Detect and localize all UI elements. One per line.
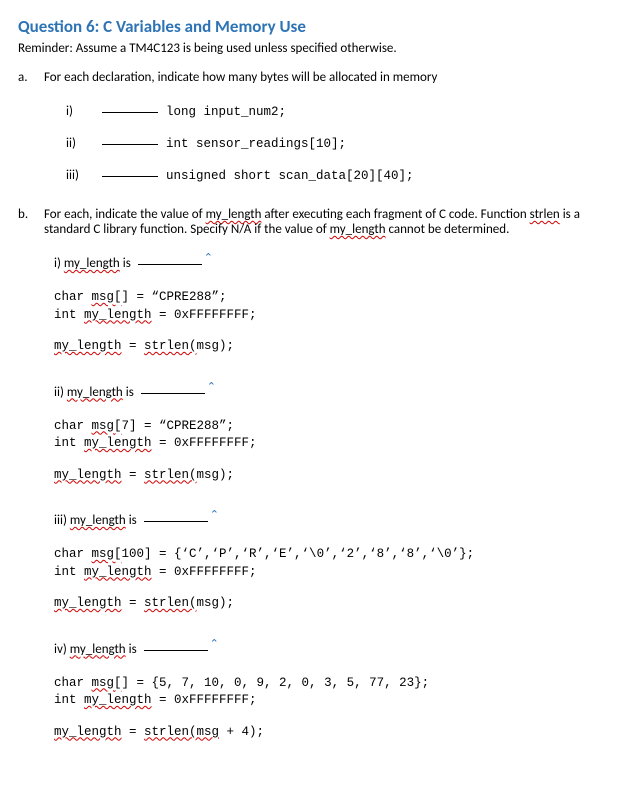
sub-head: i) my_length is ⌃ xyxy=(54,255,213,271)
part-a-items: i) long input_num2; ii) int sensor_readi… xyxy=(66,103,599,183)
part-a-item: ii) int sensor_readings[10]; xyxy=(66,135,599,151)
code-line: char msg[] = “CPRE288”; int my_length = … xyxy=(54,289,599,324)
sub-head: iii) my_length is ⌃ xyxy=(54,512,219,528)
part-a: a. For each declaration, indicate how ma… xyxy=(18,70,599,183)
code-line: my_length = strlen(msg); xyxy=(54,467,599,485)
code-line: char msg[] = {5, 7, 10, 0, 9, 2, 0, 3, 5… xyxy=(54,675,599,710)
answer-blank[interactable] xyxy=(102,133,158,145)
code-line: char msg[7] = “CPRE288”; int my_length =… xyxy=(54,418,599,453)
part-a-item: i) long input_num2; xyxy=(66,103,599,119)
decl-code: unsigned short scan_data[20][40]; xyxy=(166,169,414,183)
answer-blank[interactable] xyxy=(144,510,208,522)
caret-icon: ⌃ xyxy=(207,381,216,393)
item-num: i) xyxy=(66,104,94,119)
part-b: b. For each, indicate the value of my_le… xyxy=(18,207,599,741)
part-b-subitem: iv) my_length is ⌃ char msg[] = {5, 7, 1… xyxy=(54,641,599,742)
sub-head: ii) my_length is ⌃ xyxy=(54,384,216,400)
answer-blank[interactable] xyxy=(102,165,158,177)
decl-code: int sensor_readings[10]; xyxy=(166,137,346,151)
part-b-subitem: iii) my_length is ⌃ char msg[100] = {‘C’… xyxy=(54,512,599,613)
part-a-letter: a. xyxy=(18,70,32,85)
caret-icon: ⌃ xyxy=(204,252,213,264)
part-b-subitem: i) my_length is ⌃ char msg[] = “CPRE288”… xyxy=(54,255,599,356)
question-container: Question 6: C Variables and Memory Use R… xyxy=(18,16,599,741)
caret-icon: ⌃ xyxy=(210,509,219,521)
answer-blank[interactable] xyxy=(102,101,158,113)
part-a-prompt-row: a. For each declaration, indicate how ma… xyxy=(18,70,599,85)
code-line: my_length = strlen(msg + 4); xyxy=(54,724,599,742)
part-b-subitems: i) my_length is ⌃ char msg[] = “CPRE288”… xyxy=(54,255,599,741)
answer-blank[interactable] xyxy=(138,253,202,265)
question-title: Question 6: C Variables and Memory Use xyxy=(18,16,599,37)
code-line: my_length = strlen(msg); xyxy=(54,595,599,613)
item-num: iii) xyxy=(66,168,94,183)
part-b-prompt-row: b. For each, indicate the value of my_le… xyxy=(18,207,599,237)
answer-blank[interactable] xyxy=(141,382,205,394)
code-line: char msg[100] = {‘C’,‘P’,‘R’,‘E’,‘\0’,‘2… xyxy=(54,546,599,581)
part-b-subitem: ii) my_length is ⌃ char msg[7] = “CPRE28… xyxy=(54,384,599,485)
answer-blank[interactable] xyxy=(144,639,208,651)
part-a-item: iii) unsigned short scan_data[20][40]; xyxy=(66,167,599,183)
part-b-prompt: For each, indicate the value of my_lengt… xyxy=(44,207,599,237)
item-num: ii) xyxy=(66,136,94,151)
caret-icon: ⌃ xyxy=(210,638,219,650)
part-b-letter: b. xyxy=(18,207,32,237)
question-subtitle: Reminder: Assume a TM4C123 is being used… xyxy=(18,41,599,56)
sub-head: iv) my_length is ⌃ xyxy=(54,641,219,657)
code-line: my_length = strlen(msg); xyxy=(54,338,599,356)
decl-code: long input_num2; xyxy=(166,105,286,119)
part-a-prompt: For each declaration, indicate how many … xyxy=(44,70,437,85)
